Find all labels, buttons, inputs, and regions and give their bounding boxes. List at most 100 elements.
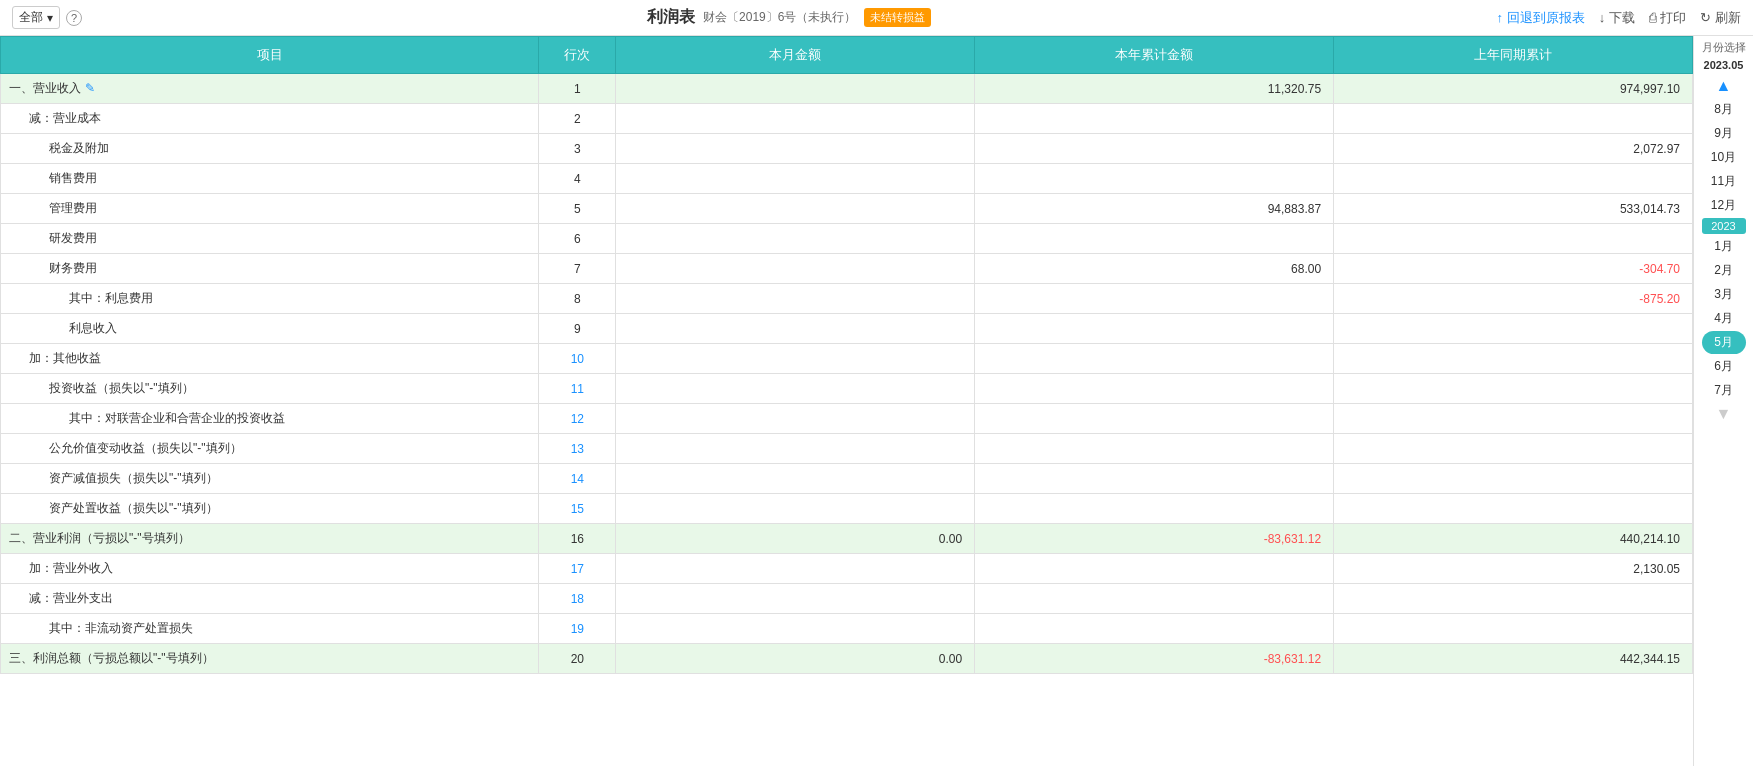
- cell-row-num: 6: [539, 224, 616, 254]
- cell-lastyear: [1334, 344, 1693, 374]
- cell-item: 三、利润总额（亏损总额以"-"号填列）: [1, 644, 539, 674]
- cell-year: 11,320.75: [975, 74, 1334, 104]
- cell-row-num: 8: [539, 284, 616, 314]
- cell-month: [616, 134, 975, 164]
- cell-lastyear: [1334, 584, 1693, 614]
- top-bar: 全部 ▾ ? 利润表 财会〔2019〕6号（未执行） 未结转损益 ↑ 回退到原报…: [0, 0, 1753, 36]
- month-btn[interactable]: 8月: [1702, 98, 1746, 121]
- month-btn[interactable]: 2023: [1702, 218, 1746, 234]
- cell-item: 管理费用: [1, 194, 539, 224]
- col-header-item: 项目: [1, 37, 539, 74]
- month-btn[interactable]: 2月: [1702, 259, 1746, 282]
- cell-row-num: 18: [539, 584, 616, 614]
- month-btn[interactable]: 12月: [1702, 194, 1746, 217]
- cell-item: 一、营业收入✎: [1, 74, 539, 104]
- print-button[interactable]: ⎙ 打印: [1649, 9, 1687, 27]
- table-row: 一、营业收入✎1 11,320.75974,997.10: [1, 74, 1693, 104]
- cell-item: 减：营业成本: [1, 104, 539, 134]
- cell-lastyear: [1334, 314, 1693, 344]
- sidebar-month-title: 月份选择: [1702, 40, 1746, 55]
- download-button[interactable]: ↓ 下载: [1599, 9, 1635, 27]
- table-row: 三、利润总额（亏损总额以"-"号填列）200.00-83,631.12442,3…: [1, 644, 1693, 674]
- cell-lastyear: [1334, 494, 1693, 524]
- table-row: 利息收入9: [1, 314, 1693, 344]
- cell-lastyear: [1334, 404, 1693, 434]
- cell-month: [616, 164, 975, 194]
- cell-lastyear: 442,344.15: [1334, 644, 1693, 674]
- cell-item: 加：营业外收入: [1, 554, 539, 584]
- month-btn[interactable]: 5月: [1702, 331, 1746, 354]
- help-icon[interactable]: ?: [66, 10, 82, 26]
- cell-lastyear: [1334, 464, 1693, 494]
- table-row: 财务费用768.00-304.70: [1, 254, 1693, 284]
- cell-year: [975, 494, 1334, 524]
- cell-lastyear: [1334, 434, 1693, 464]
- cell-item: 二、营业利润（亏损以"-"号填列）: [1, 524, 539, 554]
- table-row: 加：其他收益10: [1, 344, 1693, 374]
- cell-lastyear: -304.70: [1334, 254, 1693, 284]
- cell-month: [616, 434, 975, 464]
- cell-lastyear: [1334, 374, 1693, 404]
- cell-month: [616, 584, 975, 614]
- cell-lastyear: 533,014.73: [1334, 194, 1693, 224]
- cell-item: 其中：非流动资产处置损失: [1, 614, 539, 644]
- cell-row-num: 13: [539, 434, 616, 464]
- table-row: 资产处置收益（损失以"-"填列）15: [1, 494, 1693, 524]
- refresh-button[interactable]: ↻ 刷新: [1700, 9, 1741, 27]
- cell-row-num: 9: [539, 314, 616, 344]
- month-btn[interactable]: 3月: [1702, 283, 1746, 306]
- cell-row-num: 2: [539, 104, 616, 134]
- table-row: 其中：利息费用8-875.20: [1, 284, 1693, 314]
- cell-year: [975, 134, 1334, 164]
- table-row: 销售费用4: [1, 164, 1693, 194]
- chevron-down-icon: ▾: [47, 11, 53, 25]
- cell-lastyear: [1334, 614, 1693, 644]
- table-row: 二、营业利润（亏损以"-"号填列）160.00-83,631.12440,214…: [1, 524, 1693, 554]
- cell-row-num: 1: [539, 74, 616, 104]
- cell-year: [975, 404, 1334, 434]
- cell-year: [975, 344, 1334, 374]
- month-btn[interactable]: 4月: [1702, 307, 1746, 330]
- cell-year: [975, 464, 1334, 494]
- cell-month: [616, 614, 975, 644]
- cell-year: 68.00: [975, 254, 1334, 284]
- table-row: 减：营业成本2: [1, 104, 1693, 134]
- scope-dropdown[interactable]: 全部 ▾: [12, 6, 60, 29]
- month-btn[interactable]: 6月: [1702, 355, 1746, 378]
- cell-year: [975, 374, 1334, 404]
- cell-item: 研发费用: [1, 224, 539, 254]
- cell-lastyear: [1334, 224, 1693, 254]
- cell-row-num: 14: [539, 464, 616, 494]
- cell-item: 其中：利息费用: [1, 284, 539, 314]
- cell-year: [975, 164, 1334, 194]
- cell-item: 资产处置收益（损失以"-"填列）: [1, 494, 539, 524]
- cell-lastyear: [1334, 104, 1693, 134]
- month-btn[interactable]: 10月: [1702, 146, 1746, 169]
- table-row: 投资收益（损失以"-"填列）11: [1, 374, 1693, 404]
- back-button[interactable]: ↑ 回退到原报表: [1497, 9, 1585, 27]
- cell-month: [616, 494, 975, 524]
- month-btn[interactable]: 9月: [1702, 122, 1746, 145]
- cell-row-num: 4: [539, 164, 616, 194]
- cell-year: [975, 614, 1334, 644]
- table-area: 项目 行次 本月金额 本年累计金额 上年同期累计 一、营业收入✎111,320.…: [0, 36, 1693, 766]
- cell-month: [616, 404, 975, 434]
- month-nav-up[interactable]: ▲: [1716, 77, 1732, 95]
- edit-icon[interactable]: ✎: [85, 81, 95, 95]
- page-subtitle: 财会〔2019〕6号（未执行）: [703, 9, 856, 26]
- table-row: 减：营业外支出18: [1, 584, 1693, 614]
- cell-lastyear: 974,997.10: [1334, 74, 1693, 104]
- month-btn[interactable]: 1月: [1702, 235, 1746, 258]
- col-header-year: 本年累计金额: [975, 37, 1334, 74]
- cell-item: 投资收益（损失以"-"填列）: [1, 374, 539, 404]
- scope-label: 全部: [19, 9, 43, 26]
- col-header-month: 本月金额: [616, 37, 975, 74]
- month-btn[interactable]: 11月: [1702, 170, 1746, 193]
- main-content: 项目 行次 本月金额 本年累计金额 上年同期累计 一、营业收入✎111,320.…: [0, 36, 1753, 766]
- table-row: 研发费用6: [1, 224, 1693, 254]
- table-row: 加：营业外收入172,130.05: [1, 554, 1693, 584]
- cell-month: [616, 284, 975, 314]
- cell-year: -83,631.12: [975, 644, 1334, 674]
- month-btn[interactable]: 7月: [1702, 379, 1746, 402]
- cell-year: 94,883.87: [975, 194, 1334, 224]
